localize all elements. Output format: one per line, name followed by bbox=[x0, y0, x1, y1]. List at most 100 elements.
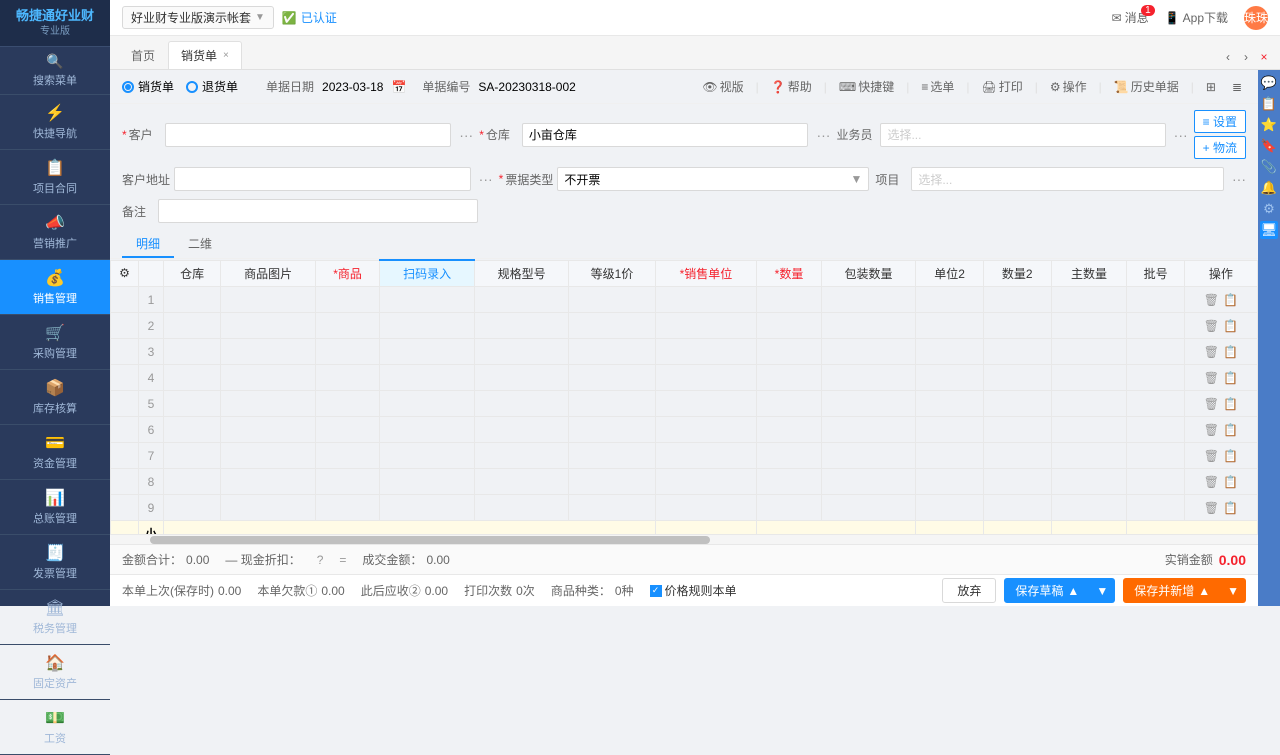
row-mainqty[interactable] bbox=[1051, 287, 1127, 313]
row-packqty[interactable] bbox=[821, 391, 915, 417]
right-icon-1[interactable]: 💬 bbox=[1260, 74, 1278, 92]
row-image[interactable] bbox=[221, 313, 315, 339]
row-goods[interactable] bbox=[315, 469, 380, 495]
sidebar-item-finance[interactable]: 💳 资金管理 bbox=[0, 425, 110, 480]
right-icon-5[interactable]: 📎 bbox=[1260, 158, 1278, 176]
row-delete-btn[interactable]: 🗑 bbox=[1204, 475, 1219, 489]
row-price[interactable] bbox=[569, 443, 655, 469]
row-qty[interactable] bbox=[757, 287, 822, 313]
row-qty2[interactable] bbox=[983, 339, 1051, 365]
row-packqty[interactable] bbox=[821, 443, 915, 469]
row-image[interactable] bbox=[221, 443, 315, 469]
row-warehouse[interactable] bbox=[164, 391, 221, 417]
row-qty2[interactable] bbox=[983, 443, 1051, 469]
row-qty[interactable] bbox=[757, 417, 822, 443]
row-delete-btn[interactable]: 🗑 bbox=[1204, 397, 1219, 411]
operate-btn[interactable]: ⚙ 操作 bbox=[1046, 76, 1091, 97]
row-qty[interactable] bbox=[757, 391, 822, 417]
row-image[interactable] bbox=[221, 287, 315, 313]
win-prev-btn[interactable]: ‹ bbox=[1220, 49, 1236, 65]
row-copy-btn[interactable]: 📋 bbox=[1223, 501, 1238, 515]
row-delete-btn[interactable]: 🗑 bbox=[1204, 293, 1219, 307]
row-warehouse[interactable] bbox=[164, 287, 221, 313]
row-batch[interactable] bbox=[1127, 443, 1184, 469]
radio-sales[interactable]: 销货单 bbox=[122, 78, 174, 95]
row-scan[interactable] bbox=[380, 443, 474, 469]
row-warehouse[interactable] bbox=[164, 313, 221, 339]
sidebar-item-invoice[interactable]: 🧾 发票管理 bbox=[0, 535, 110, 590]
row-unit2[interactable] bbox=[916, 495, 984, 521]
company-selector[interactable]: 好业财专业版演示帐套 ▼ bbox=[122, 6, 274, 29]
sidebar-item-search[interactable]: 🔍 搜索菜单 bbox=[0, 47, 110, 95]
row-price[interactable] bbox=[569, 365, 655, 391]
row-image[interactable] bbox=[221, 417, 315, 443]
row-mainqty[interactable] bbox=[1051, 313, 1127, 339]
row-scan[interactable] bbox=[380, 313, 474, 339]
save-draft-btn[interactable]: 保存草稿 ▲ bbox=[1004, 578, 1090, 603]
row-price[interactable] bbox=[569, 469, 655, 495]
sidebar-item-quicknav[interactable]: ⚡ 快捷导航 bbox=[0, 95, 110, 150]
note-input[interactable] bbox=[158, 199, 478, 223]
row-copy-btn[interactable]: 📋 bbox=[1223, 319, 1238, 333]
row-batch[interactable] bbox=[1127, 495, 1184, 521]
row-copy-btn[interactable]: 📋 bbox=[1223, 371, 1238, 385]
help-btn[interactable]: ❓ 帮助 bbox=[767, 76, 816, 97]
abandon-btn[interactable]: 放弃 bbox=[942, 578, 996, 603]
row-qty[interactable] bbox=[757, 443, 822, 469]
row-goods[interactable] bbox=[315, 339, 380, 365]
row-spec[interactable] bbox=[474, 443, 568, 469]
win-next-btn[interactable]: › bbox=[1238, 49, 1254, 65]
view-btn[interactable]: 👁 视版 bbox=[698, 76, 747, 97]
row-unit2[interactable] bbox=[916, 443, 984, 469]
row-price[interactable] bbox=[569, 495, 655, 521]
row-qty[interactable] bbox=[757, 339, 822, 365]
row-unit2[interactable] bbox=[916, 391, 984, 417]
row-delete-btn[interactable]: 🗑 bbox=[1204, 345, 1219, 359]
select-btn[interactable]: ≡ 选单 bbox=[917, 76, 958, 97]
row-price[interactable] bbox=[569, 391, 655, 417]
history-btn[interactable]: 📜 历史单据 bbox=[1110, 76, 1183, 97]
row-warehouse[interactable] bbox=[164, 339, 221, 365]
row-qty2[interactable] bbox=[983, 417, 1051, 443]
win-close-btn[interactable]: × bbox=[1256, 49, 1272, 65]
row-delete-btn[interactable]: 🗑 bbox=[1204, 319, 1219, 333]
row-qty2[interactable] bbox=[983, 287, 1051, 313]
row-unit2[interactable] bbox=[916, 365, 984, 391]
row-unit[interactable] bbox=[655, 313, 757, 339]
tab-home[interactable]: 首页 bbox=[118, 41, 168, 69]
row-copy-btn[interactable]: 📋 bbox=[1223, 397, 1238, 411]
right-icon-7[interactable]: ⚙ bbox=[1260, 200, 1278, 218]
tab-sales-order[interactable]: 销货单 × bbox=[168, 41, 242, 69]
inner-tab-2d[interactable]: 二维 bbox=[174, 231, 226, 258]
shortcut-btn[interactable]: ⌨ 快捷键 bbox=[835, 76, 898, 97]
tab-close-icon[interactable]: × bbox=[223, 50, 229, 61]
staff-dots-btn[interactable]: ··· bbox=[1174, 127, 1188, 143]
row-qty2[interactable] bbox=[983, 469, 1051, 495]
sidebar-item-projects[interactable]: 📋 项目合同 bbox=[0, 150, 110, 205]
row-qty2[interactable] bbox=[983, 391, 1051, 417]
save-new-btn[interactable]: 保存并新增 ▲ bbox=[1123, 578, 1221, 603]
message-action[interactable]: ✉ 1 消息 bbox=[1112, 9, 1149, 26]
col-settings[interactable]: ⚙ bbox=[111, 260, 139, 287]
project-input[interactable]: 选择... bbox=[911, 167, 1224, 191]
row-unit[interactable] bbox=[655, 339, 757, 365]
row-spec[interactable] bbox=[474, 495, 568, 521]
row-batch[interactable] bbox=[1127, 287, 1184, 313]
row-goods[interactable] bbox=[315, 287, 380, 313]
row-scan[interactable] bbox=[380, 391, 474, 417]
row-unit2[interactable] bbox=[916, 469, 984, 495]
row-goods[interactable] bbox=[315, 365, 380, 391]
sidebar-item-purchase[interactable]: 🛒 采购管理 bbox=[0, 315, 110, 370]
row-spec[interactable] bbox=[474, 469, 568, 495]
row-packqty[interactable] bbox=[821, 287, 915, 313]
row-mainqty[interactable] bbox=[1051, 443, 1127, 469]
row-goods[interactable] bbox=[315, 313, 380, 339]
row-batch[interactable] bbox=[1127, 313, 1184, 339]
row-batch[interactable] bbox=[1127, 365, 1184, 391]
row-mainqty[interactable] bbox=[1051, 469, 1127, 495]
row-qty2[interactable] bbox=[983, 365, 1051, 391]
row-spec[interactable] bbox=[474, 339, 568, 365]
row-mainqty[interactable] bbox=[1051, 391, 1127, 417]
row-warehouse[interactable] bbox=[164, 469, 221, 495]
sidebar-item-assets[interactable]: 🏠 固定资产 bbox=[0, 645, 110, 700]
